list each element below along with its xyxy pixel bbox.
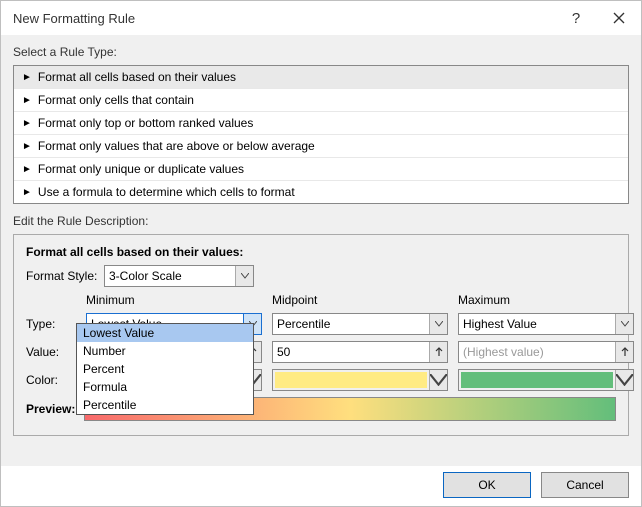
color-max-combo[interactable] bbox=[458, 369, 634, 391]
format-style-combo[interactable]: 3-Color Scale bbox=[104, 265, 254, 287]
type-max-combo[interactable]: Highest Value bbox=[458, 313, 634, 335]
type-mid-combo[interactable]: Percentile bbox=[272, 313, 448, 335]
rule-type-text: Use a formula to determine which cells t… bbox=[38, 185, 295, 199]
chevron-down-icon bbox=[429, 370, 447, 390]
rule-type-item[interactable]: ► Format only cells that contain bbox=[14, 89, 628, 112]
type-mid-value: Percentile bbox=[277, 317, 330, 331]
value-label: Value: bbox=[26, 345, 76, 359]
format-style-label: Format Style: bbox=[26, 269, 104, 283]
dropdown-option[interactable]: Number bbox=[77, 342, 253, 360]
dialog-window: New Formatting Rule ? Select a Rule Type… bbox=[0, 0, 642, 507]
ref-picker-icon[interactable] bbox=[615, 342, 633, 362]
type-max-value: Highest Value bbox=[463, 317, 537, 331]
bullet-icon: ► bbox=[22, 95, 32, 106]
close-icon bbox=[613, 12, 625, 24]
format-style-value: 3-Color Scale bbox=[109, 269, 182, 283]
rule-type-item[interactable]: ► Format only values that are above or be… bbox=[14, 135, 628, 158]
color-max-swatch bbox=[461, 372, 613, 388]
rule-type-item[interactable]: ► Use a formula to determine which cells … bbox=[14, 181, 628, 203]
titlebar: New Formatting Rule ? bbox=[1, 1, 641, 35]
value-max-input[interactable]: (Highest value) bbox=[458, 341, 634, 363]
value-mid-input[interactable]: 50 bbox=[272, 341, 448, 363]
dropdown-option[interactable]: Percent bbox=[77, 360, 253, 378]
chevron-down-icon bbox=[615, 370, 633, 390]
chevron-down-icon bbox=[615, 314, 633, 334]
rule-type-item[interactable]: ► Format only unique or duplicate values bbox=[14, 158, 628, 181]
cancel-button[interactable]: Cancel bbox=[541, 472, 629, 498]
rule-type-item[interactable]: ► Format only top or bottom ranked values bbox=[14, 112, 628, 135]
ref-picker-icon[interactable] bbox=[429, 342, 447, 362]
col-head-max: Maximum bbox=[458, 293, 634, 307]
dropdown-option[interactable]: Formula bbox=[77, 378, 253, 396]
bullet-icon: ► bbox=[22, 118, 32, 129]
close-button[interactable] bbox=[596, 1, 641, 35]
bullet-icon: ► bbox=[22, 164, 32, 175]
chevron-down-icon bbox=[235, 266, 253, 286]
edit-desc-label: Edit the Rule Description: bbox=[13, 214, 629, 228]
ok-button[interactable]: OK bbox=[443, 472, 531, 498]
color-label: Color: bbox=[26, 373, 76, 387]
bullet-icon: ► bbox=[22, 187, 32, 198]
dialog-body: Select a Rule Type: ► Format all cells ba… bbox=[1, 35, 641, 466]
chevron-down-icon bbox=[429, 314, 447, 334]
rule-type-label: Select a Rule Type: bbox=[13, 45, 629, 59]
col-head-min: Minimum bbox=[86, 293, 262, 307]
rule-type-text: Format only top or bottom ranked values bbox=[38, 116, 253, 130]
color-mid-combo[interactable] bbox=[272, 369, 448, 391]
type-label: Type: bbox=[26, 317, 76, 331]
rule-type-text: Format only unique or duplicate values bbox=[38, 162, 244, 176]
col-head-mid: Midpoint bbox=[272, 293, 448, 307]
dropdown-option[interactable]: Percentile bbox=[77, 396, 253, 414]
bullet-icon: ► bbox=[22, 72, 32, 83]
rule-type-text: Format all cells based on their values bbox=[38, 70, 236, 84]
dialog-title: New Formatting Rule bbox=[13, 11, 556, 26]
value-mid-text: 50 bbox=[277, 345, 290, 359]
format-style-row: Format Style: 3-Color Scale bbox=[26, 265, 616, 287]
type-min-dropdown: Lowest Value Number Percent Formula Perc… bbox=[76, 323, 254, 415]
rule-type-list: ►Format all cells based on their values … bbox=[13, 65, 629, 204]
rule-type-item[interactable]: ► Format all cells based on their values bbox=[14, 66, 628, 89]
value-max-placeholder: (Highest value) bbox=[463, 345, 544, 359]
desc-heading: Format all cells based on their values: bbox=[26, 245, 616, 259]
rule-type-text: Format only cells that contain bbox=[38, 93, 194, 107]
button-row: OK Cancel bbox=[1, 466, 641, 506]
color-mid-swatch bbox=[275, 372, 427, 388]
bullet-icon: ► bbox=[22, 141, 32, 152]
help-button[interactable]: ? bbox=[556, 1, 596, 35]
dropdown-option[interactable]: Lowest Value bbox=[77, 324, 253, 342]
rule-description-box: Format all cells based on their values: … bbox=[13, 234, 629, 436]
rule-type-text: Format only values that are above or bel… bbox=[38, 139, 315, 153]
